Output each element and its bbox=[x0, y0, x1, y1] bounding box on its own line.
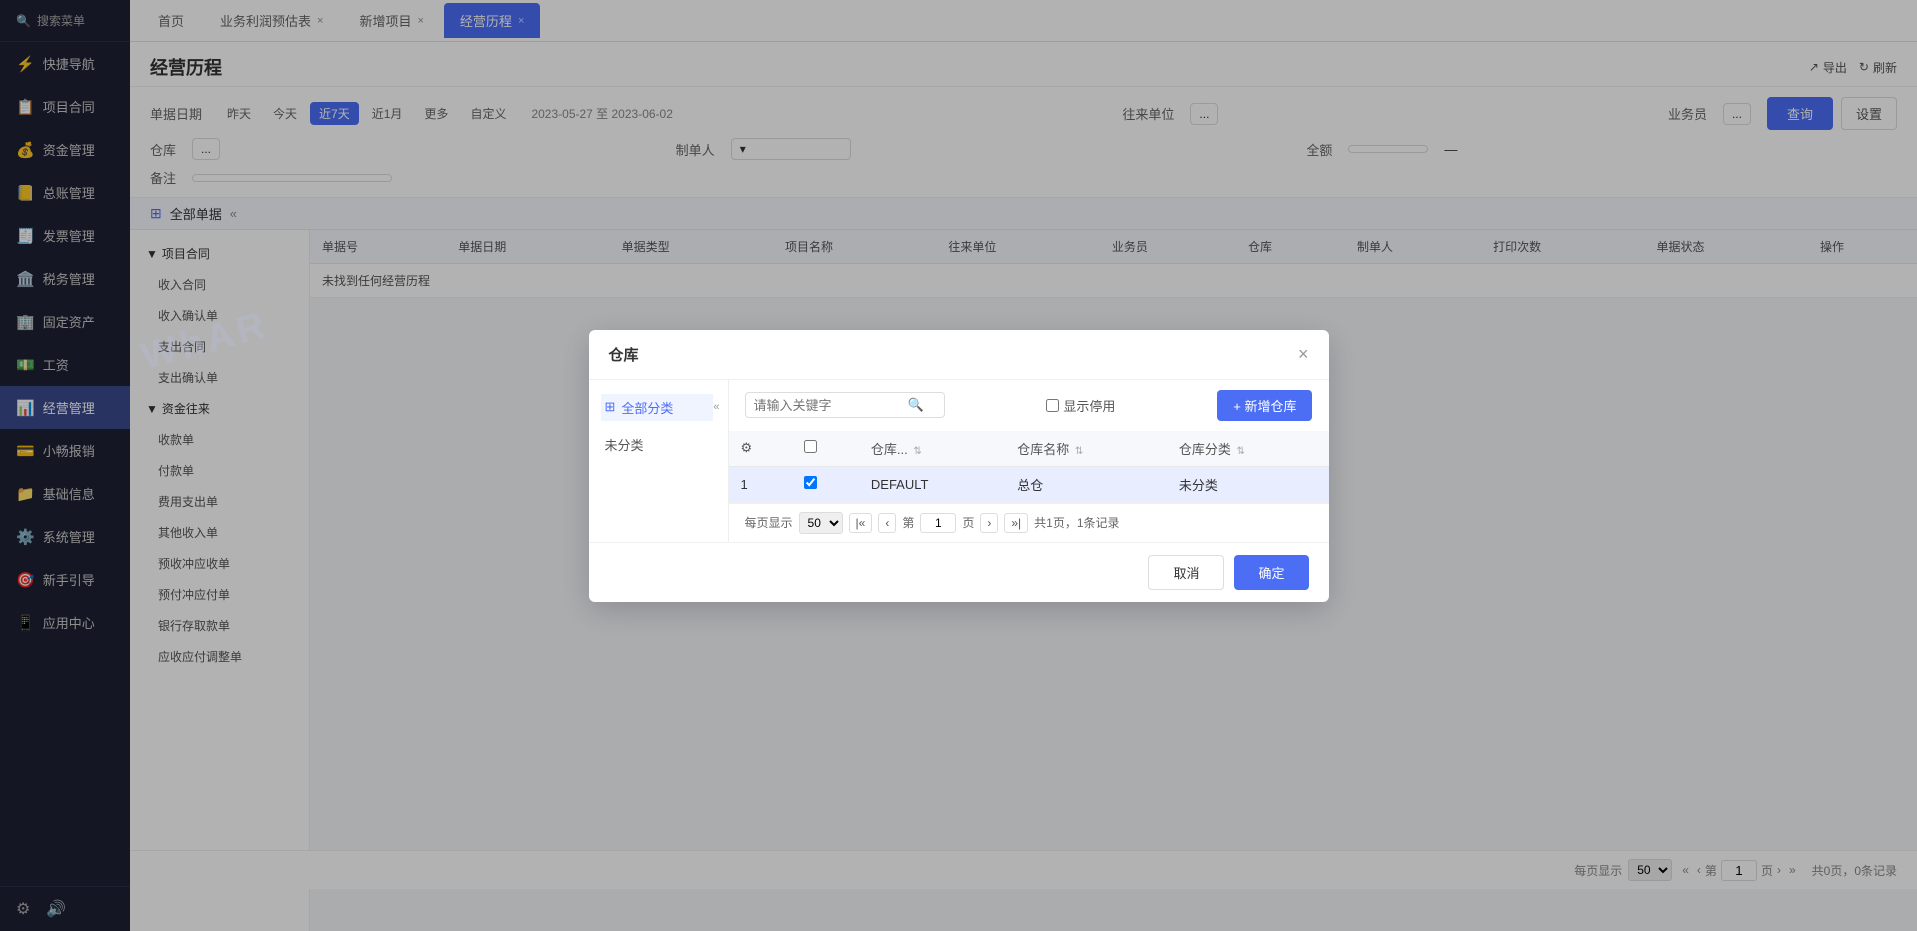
modal-first-btn[interactable]: |« bbox=[849, 513, 873, 533]
modal-toolbar: 🔍 显示停用 + 新增仓库 bbox=[729, 380, 1329, 431]
modal-page-input[interactable] bbox=[920, 513, 956, 533]
confirm-button[interactable]: 确定 bbox=[1234, 555, 1308, 590]
modal-title: 仓库 bbox=[609, 344, 639, 365]
show-disabled-checkbox[interactable] bbox=[1046, 399, 1059, 412]
modal-col-settings: ⚙ bbox=[729, 431, 793, 467]
modal-search-input[interactable] bbox=[754, 398, 904, 413]
row-checkbox[interactable] bbox=[792, 466, 858, 502]
cancel-button[interactable]: 取消 bbox=[1148, 555, 1224, 590]
category-all-label: 全部分类 bbox=[621, 398, 673, 417]
modal-table: ⚙ 仓库... ⇅ 仓库名称 ⇅ bbox=[729, 431, 1329, 503]
code-sort-icon: ⇅ bbox=[913, 446, 921, 457]
modal-total-label: 共1页，1条记录 bbox=[1034, 514, 1119, 531]
row-select-checkbox[interactable] bbox=[804, 476, 817, 489]
modal-header: 仓库 × bbox=[589, 330, 1329, 380]
modal-last-btn[interactable]: »| bbox=[1004, 513, 1028, 533]
show-disabled-label[interactable]: 显示停用 bbox=[1046, 396, 1115, 415]
modal-page-label-suf: 页 bbox=[962, 514, 974, 531]
app-wrapper: 🔍 搜索菜单 ⚡快捷导航📋项目合同💰资金管理📒总账管理🧾发票管理🏛️税务管理🏢固… bbox=[0, 0, 1917, 931]
modal-action-bar: 取消 确定 bbox=[589, 542, 1329, 602]
category-sort-icon: ⇅ bbox=[1237, 446, 1245, 457]
modal-close-button[interactable]: × bbox=[1298, 344, 1309, 365]
modal-select-all-checkbox[interactable] bbox=[804, 440, 817, 453]
modal-col-code: 仓库... ⇅ bbox=[859, 431, 1005, 467]
modal-footer-bar: 每页显示 50 |« ‹ 第 页 › »| 共1页，1条记录 bbox=[729, 503, 1329, 542]
name-sort-icon: ⇅ bbox=[1075, 446, 1083, 457]
modal-pager: 每页显示 50 |« ‹ 第 页 › »| 共1页，1条记录 bbox=[745, 512, 1120, 534]
modal-per-page-select[interactable]: 50 bbox=[799, 512, 843, 534]
warehouse-modal: 仓库 × ⊞ 全部分类 « 未分类 bbox=[589, 330, 1329, 602]
modal-left-panel: ⊞ 全部分类 « 未分类 bbox=[589, 380, 729, 542]
modal-col-category: 仓库分类 ⇅ bbox=[1167, 431, 1329, 467]
modal-per-page-label: 每页显示 bbox=[745, 514, 793, 531]
modal-overlay[interactable]: 仓库 × ⊞ 全部分类 « 未分类 bbox=[0, 0, 1917, 931]
modal-collapse-btn[interactable]: « bbox=[713, 401, 719, 413]
modal-table-row[interactable]: 1 DEFAULT 总仓 未分类 bbox=[729, 466, 1329, 502]
uncategorized-label: 未分类 bbox=[605, 435, 644, 454]
modal-next-btn[interactable]: › bbox=[980, 513, 998, 533]
modal-table-wrap: ⚙ 仓库... ⇅ 仓库名称 ⇅ bbox=[729, 431, 1329, 503]
row-index: 1 bbox=[729, 466, 793, 502]
modal-prev-btn[interactable]: ‹ bbox=[878, 513, 896, 533]
modal-search-icon: 🔍 bbox=[908, 397, 924, 413]
modal-body: ⊞ 全部分类 « 未分类 🔍 bbox=[589, 380, 1329, 542]
modal-category-all[interactable]: ⊞ 全部分类 bbox=[601, 394, 714, 421]
modal-category-uncategorized[interactable]: 未分类 bbox=[589, 427, 728, 462]
add-warehouse-button[interactable]: + 新增仓库 bbox=[1217, 390, 1312, 421]
modal-col-checkbox bbox=[792, 431, 858, 467]
row-category: 未分类 bbox=[1167, 466, 1329, 502]
modal-right-panel: 🔍 显示停用 + 新增仓库 ⚙ bbox=[729, 380, 1329, 542]
modal-page-label-pre: 第 bbox=[902, 514, 914, 531]
row-code: DEFAULT bbox=[859, 466, 1005, 502]
modal-table-header-row: ⚙ 仓库... ⇅ 仓库名称 ⇅ bbox=[729, 431, 1329, 467]
category-grid-icon: ⊞ bbox=[605, 399, 616, 415]
row-name: 总仓 bbox=[1005, 466, 1167, 502]
modal-col-name: 仓库名称 ⇅ bbox=[1005, 431, 1167, 467]
modal-search-box[interactable]: 🔍 bbox=[745, 392, 945, 418]
